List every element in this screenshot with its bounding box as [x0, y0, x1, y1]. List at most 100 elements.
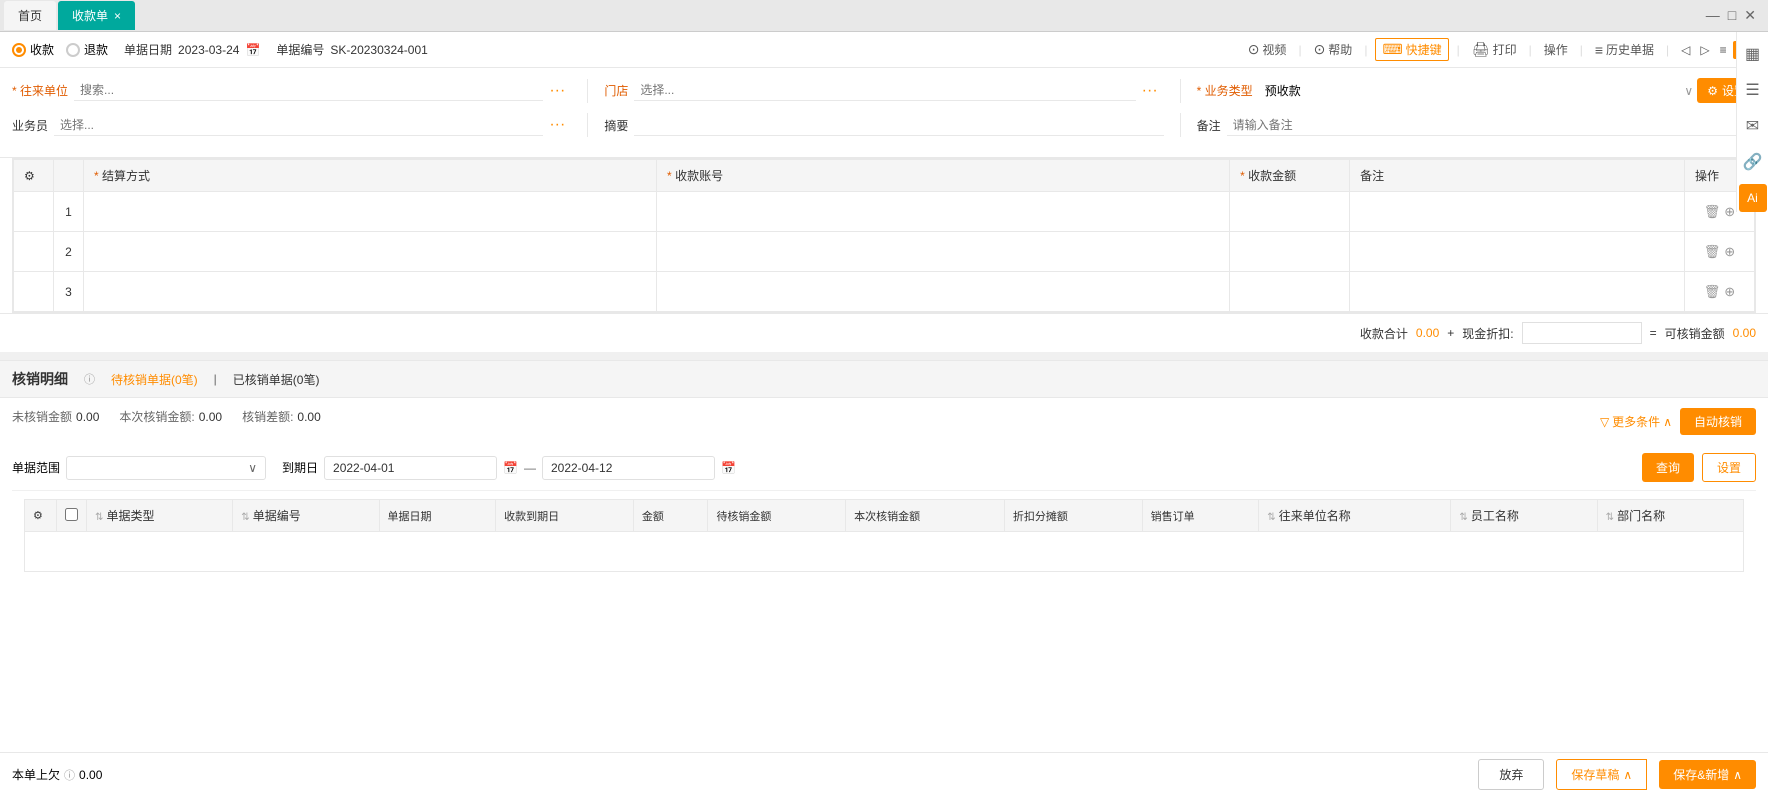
td-account-2[interactable]: [657, 232, 1230, 272]
calendar-icon[interactable]: 📅: [245, 43, 260, 57]
prev-balance: 本单上欠 ⓘ 0.00: [12, 766, 102, 783]
save-draft-button[interactable]: 保存草稿 ∧: [1556, 759, 1647, 790]
list-view-button[interactable]: ≡: [1716, 41, 1731, 59]
td-remarks-2[interactable]: [1350, 232, 1685, 272]
radio-return-label: 退款: [84, 41, 108, 58]
delete-icon-1[interactable]: 🗑: [1704, 204, 1721, 220]
date-value[interactable]: 2023-03-24: [178, 43, 239, 57]
td-amount-1[interactable]: [1230, 192, 1350, 232]
tab-bar: 首页 收款单 × — □ ✕: [0, 0, 1768, 32]
td-settlement-1[interactable]: [84, 192, 657, 232]
biz-type-dropdown-icon[interactable]: ∨: [1680, 84, 1697, 98]
bottom-table: ⚙ ⇅ 单据类型 ⇅ 单据编号 单据日期 收款到期日: [24, 499, 1744, 572]
toolbar: 收款 退款 单据日期 2023-03-24 📅 单据编号 SK-20230324…: [0, 32, 1768, 68]
staff-input[interactable]: [54, 115, 543, 136]
date-to-input[interactable]: [542, 456, 715, 480]
more-conditions-button[interactable]: ▽ 更多条件 ∧: [1600, 413, 1672, 430]
date-from-input[interactable]: [324, 456, 497, 480]
td-account-3[interactable]: [657, 272, 1230, 312]
help-button[interactable]: ⊙ 帮助: [1310, 39, 1357, 60]
sidebar-ai-icon[interactable]: Ai: [1739, 184, 1767, 212]
bth-amount: 金额: [633, 500, 708, 532]
store-input[interactable]: [634, 80, 1135, 101]
sidebar-list-icon[interactable]: ☰: [1739, 76, 1767, 104]
range-select[interactable]: ∨: [66, 456, 266, 480]
available-label: 可核销金额: [1665, 325, 1725, 342]
tab-home[interactable]: 首页: [4, 1, 56, 30]
prev-info-icon[interactable]: ⓘ: [64, 767, 75, 783]
counterpart-more-button[interactable]: ···: [543, 83, 571, 99]
copy-icon-2[interactable]: ⊕: [1724, 244, 1735, 260]
select-all-checkbox[interactable]: [65, 508, 78, 521]
radio-return[interactable]: 退款: [66, 41, 108, 58]
next-arrow[interactable]: ▷: [1696, 41, 1713, 59]
recon-stats: 未核销金额 0.00 本次核销金额: 0.00 核销差额: 0.00: [12, 408, 321, 425]
due-label: 到期日: [282, 459, 318, 476]
maximize-button[interactable]: □: [1728, 7, 1736, 24]
recon-settings-button[interactable]: 设置: [1702, 453, 1756, 482]
store-more-button[interactable]: ···: [1136, 83, 1164, 99]
data-table-area: ⚙ 结算方式 收款账号 收款金额 备注 操作 1: [12, 158, 1756, 313]
remarks-input[interactable]: [1227, 115, 1756, 136]
tab-done[interactable]: 已核销单据(0笔): [233, 371, 320, 388]
sidebar-table-icon[interactable]: ▦: [1739, 40, 1767, 68]
print-button[interactable]: 🖨 打印: [1468, 39, 1521, 60]
discount-input[interactable]: [1522, 322, 1642, 344]
video-icon: ⊙: [1248, 41, 1260, 58]
history-icon: ≡: [1595, 42, 1603, 58]
sidebar-mail-icon[interactable]: ✉: [1739, 112, 1767, 140]
shortcut-icon: ⌨: [1382, 41, 1402, 58]
abandon-button[interactable]: 放弃: [1478, 759, 1544, 790]
bth-current: 本次核销金额: [846, 500, 1005, 532]
radio-return-circle: [66, 43, 80, 57]
delete-icon-2[interactable]: 🗑: [1704, 244, 1721, 260]
counterpart-input[interactable]: [74, 80, 543, 101]
tab-receipt[interactable]: 收款单 ×: [58, 1, 135, 30]
auto-reconcile-button[interactable]: 自动核销: [1680, 408, 1756, 435]
save-new-split: 保存&新增 ∧: [1659, 760, 1756, 789]
td-amount-2[interactable]: [1230, 232, 1350, 272]
td-amount-3[interactable]: [1230, 272, 1350, 312]
close-button[interactable]: ✕: [1744, 7, 1756, 24]
bth-discount: 折扣分摊额: [1004, 500, 1142, 532]
staff-label: 业务员: [12, 117, 48, 134]
date-from-calendar-icon[interactable]: 📅: [503, 461, 518, 475]
th-num: [54, 160, 84, 192]
delete-icon-3[interactable]: 🗑: [1704, 284, 1721, 300]
td-remarks-1[interactable]: [1350, 192, 1685, 232]
date-label: 单据日期: [124, 41, 172, 58]
print-icon: 🖨: [1472, 41, 1490, 58]
sidebar-link-icon[interactable]: 🔗: [1739, 148, 1767, 176]
filter-icon: ▽: [1600, 415, 1609, 429]
staff-more-button[interactable]: ···: [543, 117, 571, 133]
td-remarks-3[interactable]: [1350, 272, 1685, 312]
video-button[interactable]: ⊙ 视频: [1244, 39, 1291, 60]
copy-icon-1[interactable]: ⊕: [1724, 204, 1735, 220]
minimize-button[interactable]: —: [1706, 7, 1720, 24]
window-controls: — □ ✕: [1706, 7, 1764, 24]
date-range: 📅 — 📅: [324, 456, 736, 480]
history-button[interactable]: ≡ 历史单据: [1591, 39, 1658, 60]
date-to-calendar-icon[interactable]: 📅: [721, 461, 736, 475]
tab-pending[interactable]: 待核销单据(0笔): [111, 371, 198, 388]
td-account-1[interactable]: [657, 192, 1230, 232]
bth-order: 销售订单: [1142, 500, 1259, 532]
radio-receipt[interactable]: 收款: [12, 41, 54, 58]
info-icon[interactable]: ⓘ: [84, 371, 95, 387]
tab-close-icon[interactable]: ×: [114, 9, 121, 23]
prev-arrow[interactable]: ◁: [1677, 41, 1694, 59]
recon-title: 核销明细: [12, 369, 68, 389]
copy-icon-3[interactable]: ⊕: [1724, 284, 1735, 300]
save-new-button[interactable]: 保存&新增 ∧: [1659, 760, 1756, 789]
td-settlement-3[interactable]: [84, 272, 657, 312]
current-value: 0.00: [199, 410, 222, 424]
query-button[interactable]: 查询: [1642, 453, 1694, 482]
bth-settings[interactable]: ⚙: [25, 500, 57, 532]
th-settings[interactable]: ⚙: [14, 160, 54, 192]
operation-button[interactable]: 操作: [1540, 39, 1572, 60]
diff-value: 0.00: [297, 410, 320, 424]
td-settlement-2[interactable]: [84, 232, 657, 272]
shortcut-button[interactable]: ⌨ 快捷键: [1375, 38, 1448, 61]
bth-checkbox[interactable]: [57, 500, 87, 532]
summary-input[interactable]: [634, 115, 1163, 136]
